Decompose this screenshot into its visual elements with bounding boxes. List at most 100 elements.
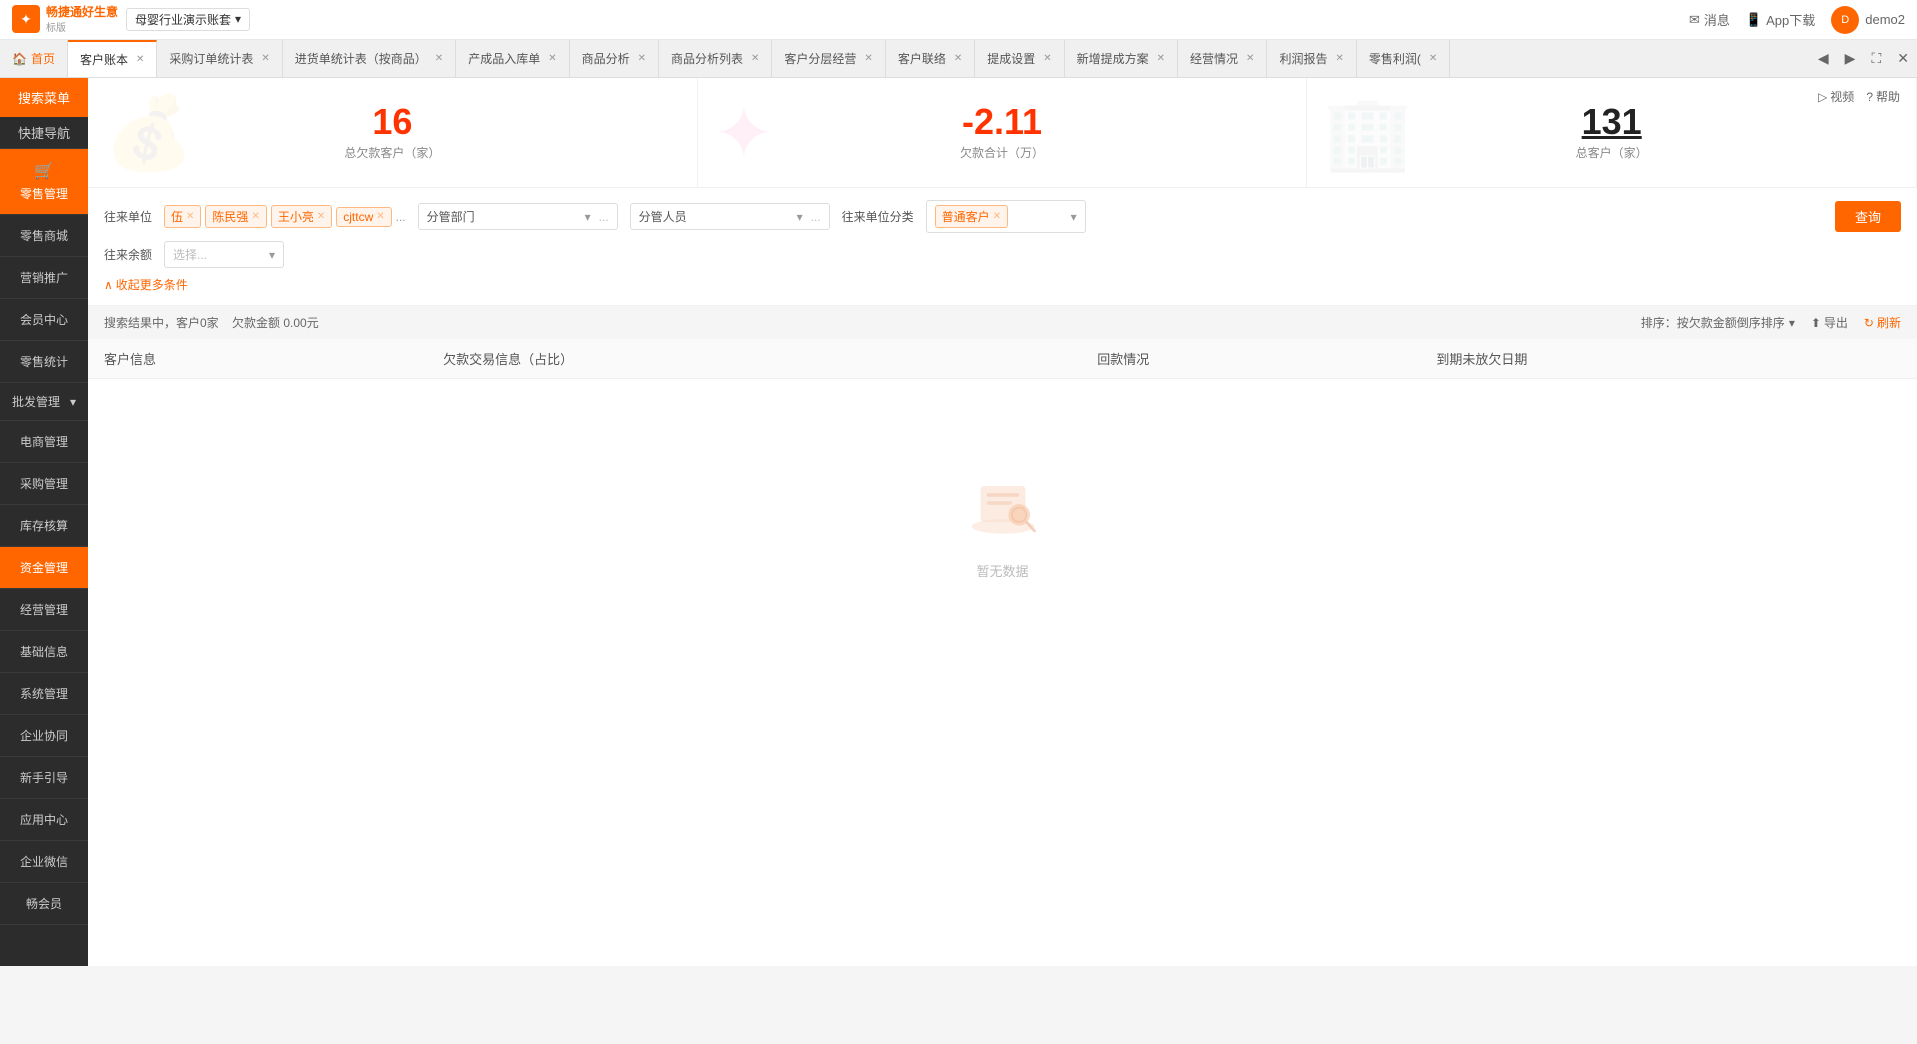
sidebar-search[interactable]: 搜索菜单 [0, 78, 88, 117]
sidebar-item-app-center[interactable]: 应用中心 [0, 799, 88, 841]
chevron-down-icon: ▾ [585, 210, 591, 224]
tab-close-stock-stats[interactable]: ✕ [435, 53, 443, 64]
collapse-button[interactable]: ∧ 收起更多条件 [104, 276, 1901, 293]
sidebar-item-enterprise-wechat[interactable]: 企业微信 [0, 841, 88, 883]
logo-area: ✦ 畅捷通好生意 标版 [12, 5, 118, 34]
question-icon: ? [1866, 90, 1873, 104]
sidebar-item-basic-info[interactable]: 基础信息 [0, 631, 88, 673]
sidebar-item-marketing[interactable]: 营销推广 [0, 257, 88, 299]
tab-close-customer-tier[interactable]: ✕ [864, 53, 872, 64]
tab-business-status[interactable]: 经营情况 ✕ [1178, 40, 1267, 78]
sidebar-item-ecommerce[interactable]: 电商管理 [0, 421, 88, 463]
filter-tag-chen[interactable]: 陈民强 ✕ [205, 205, 266, 228]
remove-tag-wang[interactable]: ✕ [317, 211, 325, 222]
col-customer-info: 客户信息 [88, 339, 427, 379]
filter-row-2: 往来余额 选择... ▾ [104, 241, 1901, 268]
tab-close-product-storage[interactable]: ✕ [548, 53, 556, 64]
tab-stock-stats[interactable]: 进货单统计表（按商品） ✕ [283, 40, 456, 78]
category-tag[interactable]: 普通客户 ✕ [935, 205, 1008, 228]
home-icon: 🏠 [12, 52, 27, 66]
tab-close-promotion-settings[interactable]: ✕ [1043, 53, 1051, 64]
export-icon: ⬆ [1811, 316, 1821, 330]
filter-area: 往来单位 伍 ✕ 陈民强 ✕ 王小亮 ✕ cjttcw [88, 188, 1917, 306]
dept-dropdown[interactable]: 分管部门 ▾ ... [418, 203, 618, 230]
nav-tabs: 🏠 首页 客户账本 ✕ 采购订单统计表 ✕ 进货单统计表（按商品） ✕ 产成品入… [0, 40, 1917, 78]
query-button[interactable]: 查询 [1835, 201, 1901, 232]
sidebar-item-member[interactable]: 会员中心 [0, 299, 88, 341]
phone-icon: 📱 [1746, 12, 1762, 28]
refresh-button[interactable]: ↻ 刷新 [1864, 314, 1901, 331]
tab-close-retail-profit[interactable]: ✕ [1429, 53, 1437, 64]
sidebar-item-system[interactable]: 系统管理 [0, 673, 88, 715]
user-menu[interactable]: D demo2 [1831, 6, 1905, 34]
sidebar-item-inventory[interactable]: 库存核算 [0, 505, 88, 547]
nav-next-icon[interactable]: ▶ [1837, 50, 1864, 67]
tab-close-customer-contact[interactable]: ✕ [954, 53, 962, 64]
credit-bg-icon: 💰 [104, 90, 194, 175]
person-dropdown[interactable]: 分管人员 ▾ ... [630, 203, 830, 230]
sidebar-item-new-guide[interactable]: 新手引导 [0, 757, 88, 799]
empty-state: 暂无数据 [88, 379, 1917, 660]
tab-close-purchase-order[interactable]: ✕ [261, 53, 269, 64]
tab-close-profit-report[interactable]: ✕ [1335, 53, 1343, 64]
video-button[interactable]: ▷ 视频 [1818, 88, 1854, 105]
tab-customer-account[interactable]: 客户账本 ✕ [68, 40, 157, 78]
chevron-down-icon: ▾ [1789, 316, 1795, 330]
sort-dropdown[interactable]: 排序：按欠款金额倒序排序 ▾ [1641, 314, 1795, 331]
tab-customer-tier[interactable]: 客户分层经营 ✕ [772, 40, 885, 78]
tab-promotion-settings[interactable]: 提成设置 ✕ [975, 40, 1064, 78]
sidebar-item-retail-mall[interactable]: 零售商城 [0, 215, 88, 257]
tab-product-storage[interactable]: 产成品入库单 ✕ [456, 40, 569, 78]
filter-tag-cjttcw[interactable]: cjttcw ✕ [336, 207, 391, 227]
remove-tag-chen[interactable]: ✕ [251, 211, 259, 222]
filter-tag-wu[interactable]: 伍 ✕ [164, 205, 201, 228]
filter-more-tags[interactable]: ... [396, 210, 406, 224]
sidebar-item-vip-member[interactable]: 畅会员 [0, 883, 88, 925]
account-selector[interactable]: 母婴行业演示账套 ▾ [126, 8, 250, 31]
tab-customer-contact[interactable]: 客户联络 ✕ [886, 40, 975, 78]
category-dropdown[interactable]: 普通客户 ✕ ▾ [926, 200, 1086, 233]
content-area: 💰 16 总欠款客户（家） ✦ -2.11 欠款合计（万） 🏢 131 [88, 78, 1917, 966]
tab-home[interactable]: 🏠 首页 [0, 40, 68, 78]
logo-sub: 标版 [46, 19, 118, 34]
sidebar-item-retail-stats[interactable]: 零售统计 [0, 341, 88, 383]
tab-close-business-status[interactable]: ✕ [1246, 53, 1254, 64]
app-download-button[interactable]: 📱 App下载 [1746, 10, 1815, 29]
tab-close-product-analysis-list[interactable]: ✕ [751, 53, 759, 64]
tab-product-analysis[interactable]: 商品分析 ✕ [570, 40, 659, 78]
nav-maximize-icon[interactable]: ⛶ [1863, 50, 1889, 67]
sidebar-item-purchase[interactable]: 采购管理 [0, 463, 88, 505]
sidebar-item-wholesale[interactable]: 批发管理 ▾ [0, 383, 88, 421]
sidebar-quick-nav[interactable]: 快捷导航 [0, 117, 88, 149]
message-button[interactable]: ✉ 消息 [1689, 10, 1730, 29]
tab-profit-report[interactable]: 利润报告 ✕ [1267, 40, 1356, 78]
sidebar-item-finance[interactable]: 资金管理 [0, 547, 88, 589]
tab-close-customer-account[interactable]: ✕ [136, 54, 144, 65]
chevron-down-icon: ▾ [797, 210, 803, 224]
sidebar-item-retail[interactable]: 🛒 零售管理 [0, 149, 88, 215]
video-help: ▷ 视频 ? 帮助 [1818, 88, 1900, 105]
balance-select[interactable]: 选择... ▾ [164, 241, 284, 268]
sidebar-item-business-mgmt[interactable]: 经营管理 [0, 589, 88, 631]
result-actions: 排序：按欠款金额倒序排序 ▾ ⬆ 导出 ↻ 刷新 [1641, 314, 1901, 331]
result-summary: 搜索结果中，客户0家 欠款金额 0.00元 [104, 314, 319, 331]
nav-prev-icon[interactable]: ◀ [1810, 50, 1837, 67]
remove-tag-cjttcw[interactable]: ✕ [376, 211, 384, 222]
tab-close-add-promotion[interactable]: ✕ [1157, 53, 1165, 64]
nav-close-all-icon[interactable]: ✕ [1889, 50, 1917, 67]
help-button[interactable]: ? 帮助 [1866, 88, 1900, 105]
export-button[interactable]: ⬆ 导出 [1811, 314, 1848, 331]
sidebar-item-enterprise-collab[interactable]: 企业协同 [0, 715, 88, 757]
filter-tag-wang[interactable]: 王小亮 ✕ [271, 205, 332, 228]
tab-add-promotion[interactable]: 新增提成方案 ✕ [1065, 40, 1178, 78]
logo-icon: ✦ [12, 5, 40, 33]
tab-close-product-analysis[interactable]: ✕ [638, 53, 646, 64]
table-header: 客户信息 欠款交易信息（占比） 回款情况 到期未放欠日期 [88, 339, 1917, 379]
chevron-down-icon: ▾ [235, 12, 241, 26]
remove-tag-wu[interactable]: ✕ [186, 211, 194, 222]
tab-product-analysis-list[interactable]: 商品分析列表 ✕ [659, 40, 772, 78]
remove-category-tag[interactable]: ✕ [993, 211, 1001, 222]
tab-purchase-order[interactable]: 采购订单统计表 ✕ [157, 40, 282, 78]
avatar: D [1831, 6, 1859, 34]
tab-retail-profit[interactable]: 零售利润( ✕ [1357, 40, 1450, 78]
